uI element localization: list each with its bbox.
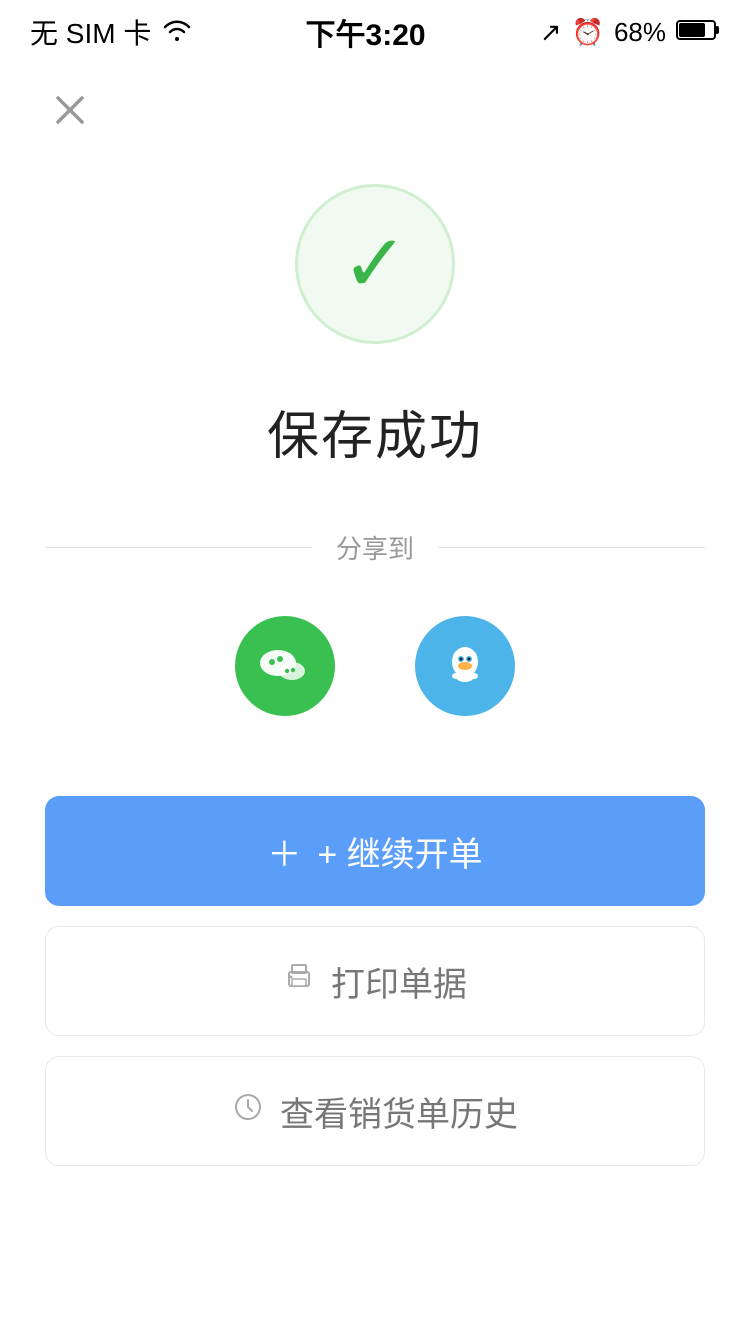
qq-share-button[interactable]: [415, 616, 515, 716]
print-button[interactable]: 打印单据: [45, 926, 705, 1036]
sim-text: 无 SIM 卡: [30, 12, 151, 52]
plus-icon: ＋: [267, 827, 301, 876]
status-left: 无 SIM 卡: [30, 12, 191, 52]
main-content: ✓ 保存成功 分享到: [0, 64, 750, 1334]
history-label: 查看销货单历史: [280, 1087, 518, 1136]
close-button[interactable]: [40, 80, 100, 140]
share-icons-row: [235, 616, 515, 716]
status-time: 下午3:20: [306, 10, 426, 54]
checkmark-icon: ✓: [341, 224, 408, 304]
share-divider: 分享到: [45, 529, 705, 566]
divider-right: [438, 547, 705, 548]
status-right: ↗ ⏰ 68%: [540, 17, 720, 48]
battery-icon: [676, 17, 720, 48]
wechat-share-button[interactable]: [235, 616, 335, 716]
location-icon: ↗: [540, 17, 562, 48]
action-buttons: ＋ + 继续开单 打印单据 查看销货单历: [45, 796, 705, 1166]
print-icon: [283, 961, 315, 1001]
success-title: 保存成功: [267, 394, 483, 469]
battery-text: 68%: [614, 17, 666, 48]
status-bar: 无 SIM 卡 下午3:20 ↗ ⏰ 68%: [0, 0, 750, 64]
divider-left: [45, 547, 312, 548]
share-label: 分享到: [336, 529, 414, 566]
print-label: 打印单据: [331, 957, 467, 1006]
continue-label: + 继续开单: [317, 827, 482, 876]
alarm-icon: ⏰: [572, 17, 604, 48]
continue-button[interactable]: ＋ + 继续开单: [45, 796, 705, 906]
wifi-icon: [163, 16, 191, 48]
success-icon-circle: ✓: [295, 184, 455, 344]
history-button[interactable]: 查看销货单历史: [45, 1056, 705, 1166]
history-icon: [232, 1091, 264, 1131]
